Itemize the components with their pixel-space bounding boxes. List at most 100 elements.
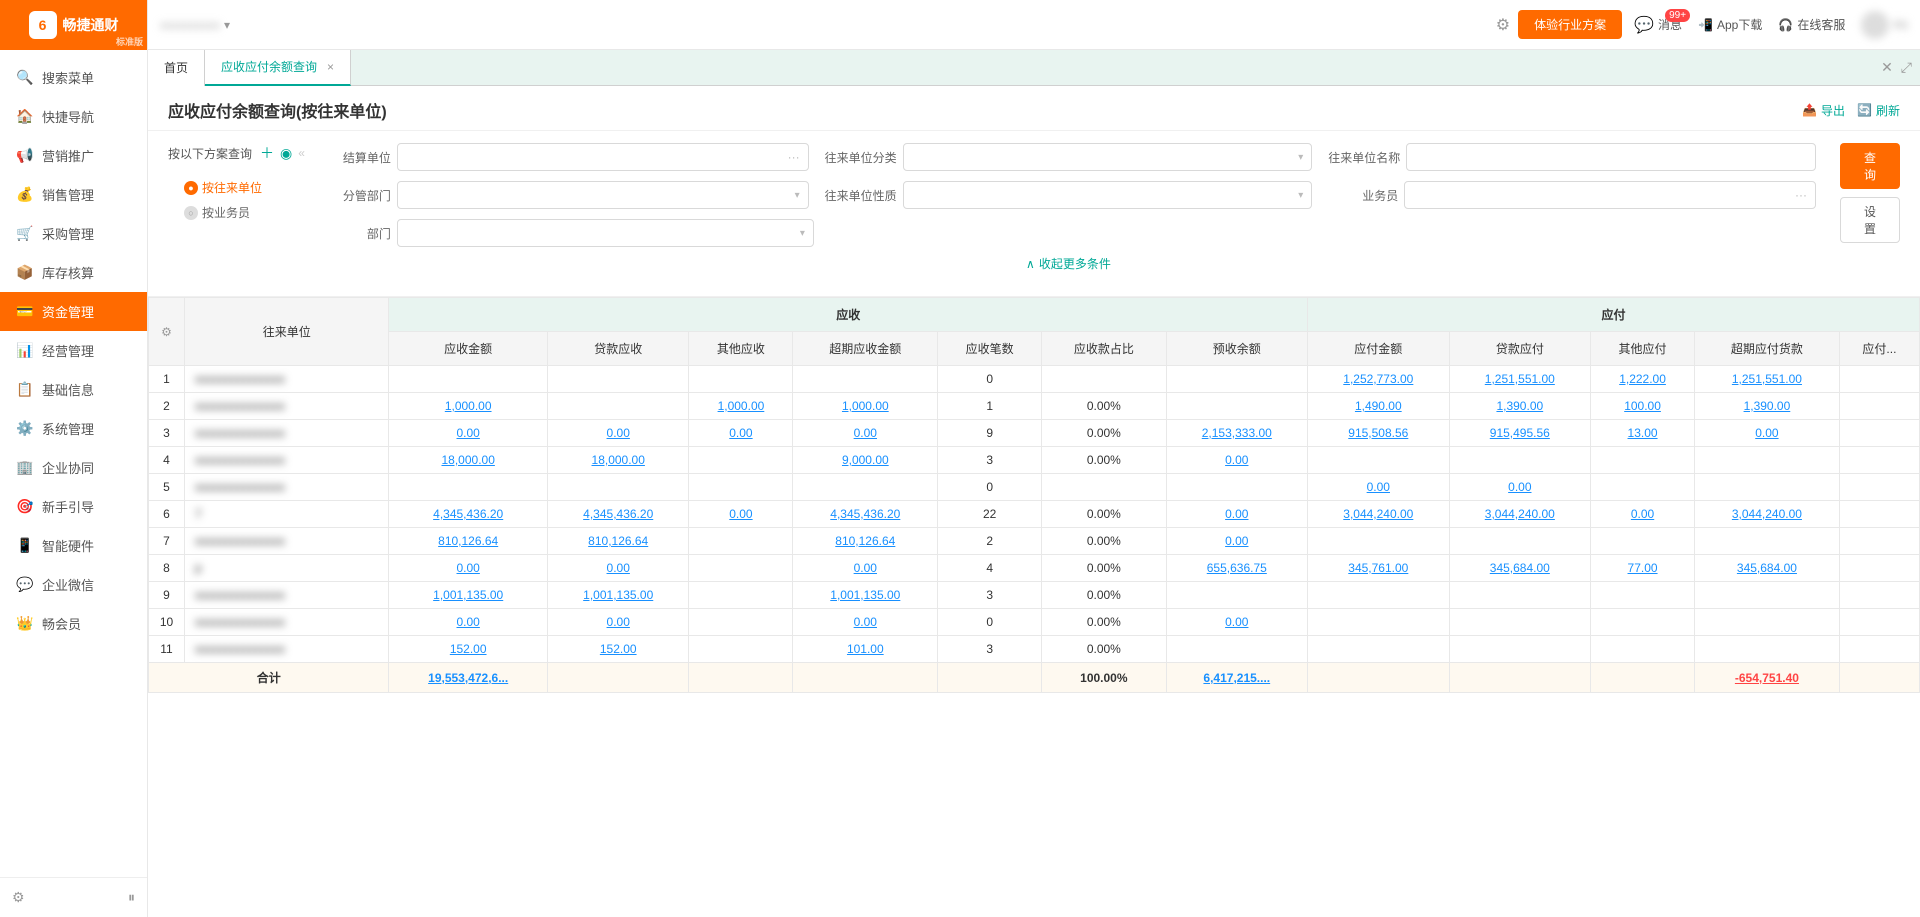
cell-ap_overdue[interactable]: 1,251,551.00: [1695, 366, 1840, 393]
cell-ar_prepay[interactable]: 2,153,333.00: [1166, 420, 1308, 447]
tab-close-all-icon[interactable]: ✕: [1881, 59, 1893, 76]
sidebar-item-wechat[interactable]: 💬 企业微信: [0, 565, 147, 604]
query-button[interactable]: 查询: [1840, 143, 1900, 189]
topbar-gear-icon[interactable]: ⚙: [1496, 15, 1510, 35]
cell-ar_overdue[interactable]: 101.00: [793, 636, 938, 663]
cell-ap_loan[interactable]: 3,044,240.00: [1449, 501, 1591, 528]
salesman-input[interactable]: ···: [1404, 181, 1816, 209]
cell-ar_amount[interactable]: 152.00: [389, 636, 548, 663]
collapse-footer-icon[interactable]: ⏸: [128, 889, 135, 906]
topbar-msg[interactable]: 💬 消息 99+: [1634, 15, 1682, 35]
th-settings[interactable]: ⚙: [149, 298, 185, 366]
cell-ar_prepay[interactable]: 0.00: [1166, 609, 1308, 636]
cell-ar_overdue[interactable]: 0.00: [793, 609, 938, 636]
cell-ar_loan[interactable]: 18,000.00: [547, 447, 689, 474]
tab-ar-ap[interactable]: 应收应付余额查询 ×: [205, 50, 351, 86]
topbar-arrow-icon[interactable]: ▾: [224, 18, 230, 32]
tab-close-icon[interactable]: ×: [327, 60, 334, 74]
cell-ar_amount[interactable]: 0.00: [389, 420, 548, 447]
cell-ap_loan[interactable]: 1,390.00: [1449, 393, 1591, 420]
sidebar-item-nav[interactable]: 🏠 快捷导航: [0, 97, 147, 136]
cell-ap_loan[interactable]: 915,495.56: [1449, 420, 1591, 447]
add-scheme-icon[interactable]: ＋: [260, 143, 274, 163]
partner-type-select[interactable]: ▾: [903, 143, 1313, 171]
cell-ap_overdue[interactable]: 1,390.00: [1695, 393, 1840, 420]
total-ap-overdue[interactable]: -654,751.40: [1695, 663, 1840, 693]
sidebar-item-purchase[interactable]: 🛒 采购管理: [0, 214, 147, 253]
cell-ar_other[interactable]: 0.00: [689, 420, 793, 447]
cell-ar_amount[interactable]: 810,126.64: [389, 528, 548, 555]
export-button[interactable]: 📤 导出: [1802, 102, 1845, 119]
set-button[interactable]: 设置: [1840, 197, 1900, 243]
cell-ar_overdue[interactable]: 9,000.00: [793, 447, 938, 474]
settlement-input[interactable]: ···: [397, 143, 809, 171]
refresh-button[interactable]: 🔄 刷新: [1857, 102, 1900, 119]
edit-scheme-icon[interactable]: ◉: [280, 145, 292, 162]
cell-ar_overdue[interactable]: 1,001,135.00: [793, 582, 938, 609]
cell-ap_overdue[interactable]: 345,684.00: [1695, 555, 1840, 582]
cell-ar_loan[interactable]: 810,126.64: [547, 528, 689, 555]
cell-ap_amount[interactable]: 3,044,240.00: [1308, 501, 1450, 528]
cell-ar_amount[interactable]: 1,000.00: [389, 393, 548, 420]
collapse-scheme-icon[interactable]: «: [298, 146, 305, 160]
cell-ar_loan[interactable]: 0.00: [547, 609, 689, 636]
cell-ar_prepay[interactable]: 0.00: [1166, 447, 1308, 474]
filter-collapse[interactable]: ∧ 收起更多条件: [321, 251, 1816, 276]
cell-ap_other[interactable]: 77.00: [1591, 555, 1695, 582]
cell-ar_overdue[interactable]: 0.00: [793, 555, 938, 582]
scheme-by-partner[interactable]: ● 按往来单位: [176, 175, 305, 200]
cell-ar_amount[interactable]: 1,001,135.00: [389, 582, 548, 609]
partner-name-input[interactable]: [1406, 143, 1816, 171]
cell-ar_prepay[interactable]: 0.00: [1166, 528, 1308, 555]
cell-ar_amount[interactable]: 0.00: [389, 609, 548, 636]
sidebar-item-member[interactable]: 👑 畅会员: [0, 604, 147, 643]
cell-ap_overdue[interactable]: 0.00: [1695, 420, 1840, 447]
cell-ar_overdue[interactable]: 0.00: [793, 420, 938, 447]
cell-ap_amount[interactable]: 1,490.00: [1308, 393, 1450, 420]
topbar-app-download[interactable]: 📲 App下载: [1698, 16, 1762, 33]
cell-ap_other[interactable]: 100.00: [1591, 393, 1695, 420]
cell-ar_loan[interactable]: 152.00: [547, 636, 689, 663]
cell-ar_overdue[interactable]: 4,345,436.20: [793, 501, 938, 528]
cell-ar_loan[interactable]: 1,001,135.00: [547, 582, 689, 609]
topbar-user[interactable]: Rit: [1861, 11, 1908, 39]
sidebar-item-finance[interactable]: 💳 资金管理: [0, 292, 147, 331]
cell-ar_amount[interactable]: 4,345,436.20: [389, 501, 548, 528]
cell-ar_other[interactable]: 0.00: [689, 501, 793, 528]
cell-ar_loan[interactable]: 0.00: [547, 420, 689, 447]
cell-ar_amount[interactable]: 18,000.00: [389, 447, 548, 474]
sidebar-item-basic[interactable]: 📋 基础信息: [0, 370, 147, 409]
tab-home[interactable]: 首页: [148, 50, 205, 86]
solution-button[interactable]: 体验行业方案: [1518, 10, 1622, 39]
cell-ap_amount[interactable]: 0.00: [1308, 474, 1450, 501]
cell-ap_loan[interactable]: 0.00: [1449, 474, 1591, 501]
sidebar-item-hardware[interactable]: 📱 智能硬件: [0, 526, 147, 565]
cell-ar_overdue[interactable]: 810,126.64: [793, 528, 938, 555]
cell-ap_other[interactable]: 13.00: [1591, 420, 1695, 447]
cell-ar_prepay[interactable]: 655,636.75: [1166, 555, 1308, 582]
cell-ap_other[interactable]: 0.00: [1591, 501, 1695, 528]
sidebar-item-sales[interactable]: 💰 销售管理: [0, 175, 147, 214]
dept-select[interactable]: ▾: [397, 181, 809, 209]
cell-ap_loan[interactable]: 345,684.00: [1449, 555, 1591, 582]
cell-ar_loan[interactable]: 4,345,436.20: [547, 501, 689, 528]
sidebar-item-business[interactable]: 📊 经营管理: [0, 331, 147, 370]
cell-ap_amount[interactable]: 1,252,773.00: [1308, 366, 1450, 393]
topbar-service[interactable]: 🎧 在线客服: [1778, 16, 1845, 33]
cell-ar_other[interactable]: 1,000.00: [689, 393, 793, 420]
cell-ar_loan[interactable]: 0.00: [547, 555, 689, 582]
tab-expand-icon[interactable]: ⤢: [1901, 59, 1912, 76]
scheme-by-salesman[interactable]: ○ 按业务员: [176, 200, 305, 225]
cell-ap_other[interactable]: 1,222.00: [1591, 366, 1695, 393]
cell-ap_amount[interactable]: 345,761.00: [1308, 555, 1450, 582]
sidebar-item-corp[interactable]: 🏢 企业协同: [0, 448, 147, 487]
partner-nature-select[interactable]: ▾: [903, 181, 1313, 209]
total-ar-amount[interactable]: 19,553,472,6...: [389, 663, 548, 693]
table-settings-icon[interactable]: ⚙: [161, 325, 172, 339]
cell-ap_overdue[interactable]: 3,044,240.00: [1695, 501, 1840, 528]
sidebar-item-inventory[interactable]: 📦 库存核算: [0, 253, 147, 292]
cell-ar_prepay[interactable]: 0.00: [1166, 501, 1308, 528]
cell-ap_loan[interactable]: 1,251,551.00: [1449, 366, 1591, 393]
settings-footer-icon[interactable]: ⚙: [12, 889, 25, 906]
total-ar-prepay[interactable]: 6,417,215....: [1166, 663, 1308, 693]
